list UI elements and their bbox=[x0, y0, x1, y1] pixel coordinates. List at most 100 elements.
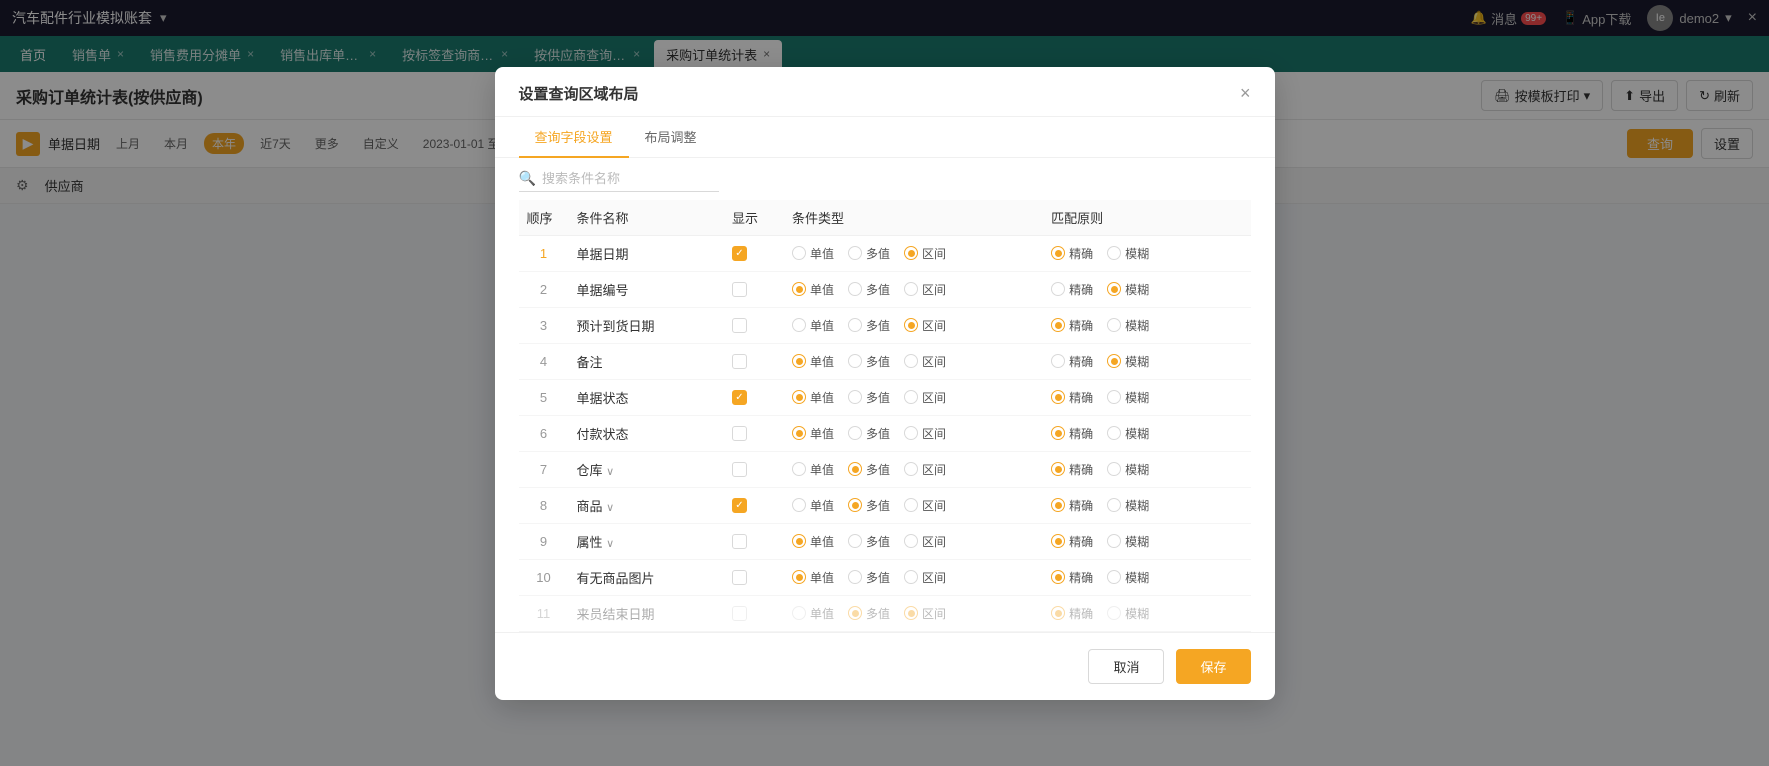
radio-type-multi-5[interactable]: 多值 bbox=[848, 389, 890, 406]
checkbox-display-1[interactable]: ✓ bbox=[732, 246, 747, 261]
radio-match-exact-2[interactable]: 精确 bbox=[1051, 281, 1093, 298]
checkbox-display-2[interactable] bbox=[732, 282, 747, 297]
table-row-display-6[interactable] bbox=[724, 415, 784, 451]
checkbox-display-9[interactable] bbox=[732, 534, 747, 549]
radio-circle-match-exact-3 bbox=[1051, 318, 1065, 332]
radio-circle-range-2 bbox=[904, 282, 918, 296]
radio-match-exact-6[interactable]: 精确 bbox=[1051, 425, 1093, 442]
radio-match-fuzzy-2[interactable]: 模糊 bbox=[1107, 281, 1149, 298]
table-row-type-10: 单值多值区间 bbox=[784, 559, 1043, 595]
radio-type-single-6[interactable]: 单值 bbox=[792, 425, 834, 442]
table-row-display-1[interactable]: ✓ bbox=[724, 235, 784, 271]
radio-match-fuzzy-11[interactable]: 模糊 bbox=[1107, 605, 1149, 622]
radio-match-fuzzy-8[interactable]: 模糊 bbox=[1107, 497, 1149, 514]
radio-type-single-4[interactable]: 单值 bbox=[792, 353, 834, 370]
checkbox-display-3[interactable] bbox=[732, 318, 747, 333]
table-row-display-3[interactable] bbox=[724, 307, 784, 343]
table-row-display-7[interactable] bbox=[724, 451, 784, 487]
radio-type-single-8[interactable]: 单值 bbox=[792, 497, 834, 514]
radio-circle-match-exact-2 bbox=[1051, 282, 1065, 296]
checkbox-display-7[interactable] bbox=[732, 462, 747, 477]
radio-type-single-10[interactable]: 单值 bbox=[792, 569, 834, 586]
table-row-order-9: 9 bbox=[519, 523, 569, 559]
radio-match-fuzzy-3[interactable]: 模糊 bbox=[1107, 317, 1149, 334]
radio-type-multi-4[interactable]: 多值 bbox=[848, 353, 890, 370]
radio-match-exact-11[interactable]: 精确 bbox=[1051, 605, 1093, 622]
radio-type-multi-9[interactable]: 多值 bbox=[848, 533, 890, 550]
radio-type-multi-6[interactable]: 多值 bbox=[848, 425, 890, 442]
checkbox-display-10[interactable] bbox=[732, 570, 747, 585]
radio-match-exact-7[interactable]: 精确 bbox=[1051, 461, 1093, 478]
radio-circle-multi-9 bbox=[848, 534, 862, 548]
radio-type-multi-2[interactable]: 多值 bbox=[848, 281, 890, 298]
radio-match-exact-1[interactable]: 精确 bbox=[1051, 245, 1093, 262]
radio-match-exact-8[interactable]: 精确 bbox=[1051, 497, 1093, 514]
radio-match-exact-9[interactable]: 精确 bbox=[1051, 533, 1093, 550]
radio-type-single-7[interactable]: 单值 bbox=[792, 461, 834, 478]
save-button[interactable]: 保存 bbox=[1176, 649, 1250, 684]
checkbox-display-11[interactable] bbox=[732, 606, 747, 621]
dialog-header: 设置查询区域布局 × bbox=[495, 67, 1275, 117]
radio-type-range-7[interactable]: 区间 bbox=[904, 461, 946, 478]
checkbox-display-5[interactable]: ✓ bbox=[732, 390, 747, 405]
checkbox-display-4[interactable] bbox=[732, 354, 747, 369]
radio-type-multi-3[interactable]: 多值 bbox=[848, 317, 890, 334]
radio-type-single-3[interactable]: 单值 bbox=[792, 317, 834, 334]
radio-type-single-9[interactable]: 单值 bbox=[792, 533, 834, 550]
table-row-order-10: 10 bbox=[519, 559, 569, 595]
radio-type-single-2[interactable]: 单值 bbox=[792, 281, 834, 298]
radio-match-fuzzy-5[interactable]: 模糊 bbox=[1107, 389, 1149, 406]
radio-type-range-3[interactable]: 区间 bbox=[904, 317, 946, 334]
radio-circle-range-5 bbox=[904, 390, 918, 404]
radio-type-multi-8[interactable]: 多值 bbox=[848, 497, 890, 514]
cancel-button[interactable]: 取消 bbox=[1088, 649, 1164, 684]
checkbox-display-6[interactable] bbox=[732, 426, 747, 441]
radio-type-range-1[interactable]: 区间 bbox=[904, 245, 946, 262]
table-row-display-11[interactable] bbox=[724, 595, 784, 631]
radio-match-fuzzy-1[interactable]: 模糊 bbox=[1107, 245, 1149, 262]
checkbox-display-8[interactable]: ✓ bbox=[732, 498, 747, 513]
table-row-display-5[interactable]: ✓ bbox=[724, 379, 784, 415]
radio-type-single-11[interactable]: 单值 bbox=[792, 605, 834, 622]
radio-match-exact-10[interactable]: 精确 bbox=[1051, 569, 1093, 586]
radio-match-fuzzy-9[interactable]: 模糊 bbox=[1107, 533, 1149, 550]
table-row-display-9[interactable] bbox=[724, 523, 784, 559]
radio-match-exact-4[interactable]: 精确 bbox=[1051, 353, 1093, 370]
table-row-display-4[interactable] bbox=[724, 343, 784, 379]
radio-match-exact-5[interactable]: 精确 bbox=[1051, 389, 1093, 406]
radio-type-single-5[interactable]: 单值 bbox=[792, 389, 834, 406]
radio-circle-single-5 bbox=[792, 390, 806, 404]
radio-type-multi-7[interactable]: 多值 bbox=[848, 461, 890, 478]
conditions-table: 顺序 条件名称 显示 条件类型 匹配原则 1单据日期✓单值多值区间精确模糊2单据… bbox=[495, 200, 1275, 632]
radio-type-range-6[interactable]: 区间 bbox=[904, 425, 946, 442]
table-row-display-10[interactable] bbox=[724, 559, 784, 595]
radio-type-range-2[interactable]: 区间 bbox=[904, 281, 946, 298]
radio-match-fuzzy-6[interactable]: 模糊 bbox=[1107, 425, 1149, 442]
radio-type-single-1[interactable]: 单值 bbox=[792, 245, 834, 262]
tab-layout-adjust[interactable]: 布局调整 bbox=[629, 117, 713, 158]
radio-circle-single-2 bbox=[792, 282, 806, 296]
search-input[interactable] bbox=[542, 171, 719, 186]
radio-type-range-9[interactable]: 区间 bbox=[904, 533, 946, 550]
table-row-display-8[interactable]: ✓ bbox=[724, 487, 784, 523]
table-row-match-4: 精确模糊 bbox=[1043, 343, 1250, 379]
table-row-display-2[interactable] bbox=[724, 271, 784, 307]
radio-type-range-11[interactable]: 区间 bbox=[904, 605, 946, 622]
tab-query-field[interactable]: 查询字段设置 bbox=[519, 117, 629, 158]
radio-type-range-4[interactable]: 区间 bbox=[904, 353, 946, 370]
radio-type-range-10[interactable]: 区间 bbox=[904, 569, 946, 586]
radio-match-fuzzy-7[interactable]: 模糊 bbox=[1107, 461, 1149, 478]
radio-circle-match-fuzzy-4 bbox=[1107, 354, 1121, 368]
radio-match-fuzzy-4[interactable]: 模糊 bbox=[1107, 353, 1149, 370]
radio-type-range-5[interactable]: 区间 bbox=[904, 389, 946, 406]
table-row-type-1: 单值多值区间 bbox=[784, 235, 1043, 271]
radio-circle-match-fuzzy-11 bbox=[1107, 606, 1121, 620]
radio-type-multi-1[interactable]: 多值 bbox=[848, 245, 890, 262]
radio-match-fuzzy-10[interactable]: 模糊 bbox=[1107, 569, 1149, 586]
dialog-close-button[interactable]: × bbox=[1240, 84, 1251, 102]
radio-circle-multi-1 bbox=[848, 246, 862, 260]
radio-type-multi-11[interactable]: 多值 bbox=[848, 605, 890, 622]
radio-type-range-8[interactable]: 区间 bbox=[904, 497, 946, 514]
radio-match-exact-3[interactable]: 精确 bbox=[1051, 317, 1093, 334]
radio-type-multi-10[interactable]: 多值 bbox=[848, 569, 890, 586]
